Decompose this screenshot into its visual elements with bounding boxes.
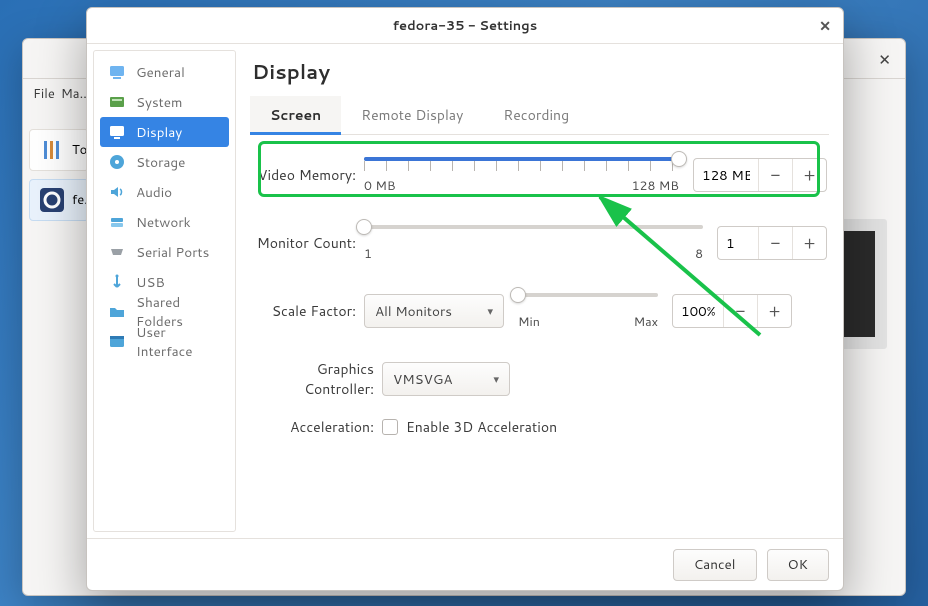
- graphics-controller-value: VMSVGA: [393, 370, 452, 389]
- acceleration-label: Acceleration:: [252, 417, 382, 437]
- monitor-count-input[interactable]: [718, 227, 758, 259]
- video-memory-max: 128 MB: [632, 177, 679, 195]
- sidebar-item-label: User Interface: [136, 323, 221, 361]
- graphics-controller-label: Graphics Controller:: [252, 359, 382, 399]
- video-memory-spinbox: − +: [693, 158, 827, 192]
- audio-icon: [108, 183, 126, 201]
- row-scale-factor: Scale Factor: All Monitors ▾ Min Max: [252, 291, 827, 331]
- tab-remote-display[interactable]: Remote Display: [341, 96, 483, 134]
- enable-3d-checkbox[interactable]: Enable 3D Acceleration: [382, 417, 557, 437]
- monitor-count-minus[interactable]: −: [758, 227, 792, 259]
- video-memory-slider[interactable]: 0 MB 128 MB: [364, 155, 679, 195]
- fedora-icon: [40, 187, 64, 213]
- monitor-count-max: 8: [695, 245, 703, 263]
- scale-factor-label: Scale Factor:: [252, 301, 364, 321]
- general-icon: [108, 63, 126, 81]
- tools-icon: [40, 137, 64, 163]
- sidebar-item-label: General: [136, 63, 185, 82]
- sidebar-item-label: USB: [136, 273, 165, 292]
- vm-item[interactable]: fe…: [29, 179, 89, 221]
- monitor-count-min: 1: [364, 245, 372, 263]
- dialog-title-text: fedora-35 - Settings: [393, 17, 537, 35]
- sidebar-item-storage[interactable]: Storage: [100, 147, 229, 177]
- serial-icon: [108, 243, 126, 261]
- sidebar-item-audio[interactable]: Audio: [100, 177, 229, 207]
- video-memory-label: Video Memory:: [252, 165, 364, 185]
- sidebar-item-label: Audio: [136, 183, 172, 202]
- host-close-icon[interactable]: ✕: [878, 49, 891, 70]
- screen-panel: Video Memory: 0 MB 128 MB − +: [250, 135, 829, 471]
- video-memory-input[interactable]: [694, 159, 758, 191]
- tools-button[interactable]: To…: [29, 129, 89, 171]
- page-title: Display: [252, 58, 829, 86]
- scale-min: Min: [518, 313, 540, 331]
- ok-button[interactable]: OK: [767, 549, 829, 581]
- storage-icon: [108, 153, 126, 171]
- sidebar-item-label: System: [136, 93, 182, 112]
- tab-screen[interactable]: Screen: [250, 96, 341, 134]
- chevron-down-icon: ▾: [493, 371, 499, 387]
- system-icon: [108, 93, 126, 111]
- scale-max: Max: [634, 313, 658, 331]
- sidebar-item-user-interface[interactable]: User Interface: [100, 327, 229, 357]
- close-icon[interactable]: ✕: [819, 16, 831, 36]
- ui-icon: [108, 333, 126, 351]
- sidebar-item-system[interactable]: System: [100, 87, 229, 117]
- tab-recording[interactable]: Recording: [483, 96, 589, 134]
- network-icon: [108, 213, 126, 231]
- display-tabs: Screen Remote Display Recording: [250, 96, 829, 135]
- dialog-titlebar: fedora-35 - Settings ✕: [87, 8, 843, 44]
- sidebar-item-label: Storage: [136, 153, 185, 172]
- row-acceleration: Acceleration: Enable 3D Acceleration: [252, 417, 827, 437]
- settings-content: Display Screen Remote Display Recording …: [236, 44, 843, 538]
- settings-dialog: fedora-35 - Settings ✕ General System Di…: [86, 7, 844, 591]
- video-memory-plus[interactable]: +: [792, 159, 826, 191]
- host-left-panel: To… fe…: [29, 129, 89, 221]
- sidebar-item-label: Network: [136, 213, 191, 232]
- checkbox-box: [382, 419, 398, 435]
- row-graphics-controller: Graphics Controller: VMSVGA ▾: [252, 359, 827, 399]
- scale-factor-slider[interactable]: Min Max: [518, 291, 658, 331]
- sidebar-item-label: Display: [136, 123, 182, 142]
- sidebar-item-label: Serial Ports: [136, 243, 209, 262]
- sidebar-item-general[interactable]: General: [100, 57, 229, 87]
- sidebar-item-serial-ports[interactable]: Serial Ports: [100, 237, 229, 267]
- cancel-button[interactable]: Cancel: [673, 549, 757, 581]
- enable-3d-label: Enable 3D Acceleration: [406, 417, 557, 437]
- menu-file[interactable]: File: [33, 85, 55, 103]
- graphics-controller-select[interactable]: VMSVGA ▾: [382, 362, 510, 396]
- monitor-count-plus[interactable]: +: [792, 227, 826, 259]
- chevron-down-icon: ▾: [487, 303, 493, 319]
- monitor-count-slider[interactable]: 1 8: [364, 223, 703, 263]
- sidebar-item-network[interactable]: Network: [100, 207, 229, 237]
- sidebar-item-display[interactable]: Display: [100, 117, 229, 147]
- display-icon: [108, 123, 126, 141]
- folder-icon: [108, 303, 126, 321]
- monitor-count-spinbox: − +: [717, 226, 827, 260]
- scale-monitor-value: All Monitors: [375, 302, 452, 321]
- scale-factor-minus[interactable]: −: [723, 295, 757, 327]
- scale-factor-input[interactable]: [673, 295, 723, 327]
- usb-icon: [108, 273, 126, 291]
- monitor-count-label: Monitor Count:: [252, 233, 364, 253]
- row-video-memory: Video Memory: 0 MB 128 MB − +: [252, 155, 827, 195]
- scale-factor-plus[interactable]: +: [757, 295, 791, 327]
- dialog-footer: Cancel OK: [87, 538, 843, 590]
- video-memory-minus[interactable]: −: [758, 159, 792, 191]
- row-monitor-count: Monitor Count: 1 8 − +: [252, 223, 827, 263]
- scale-factor-spinbox: − +: [672, 294, 792, 328]
- video-memory-min: 0 MB: [364, 177, 396, 195]
- settings-sidebar: General System Display Storage Audio Net…: [93, 50, 236, 532]
- scale-monitor-select[interactable]: All Monitors ▾: [364, 294, 504, 328]
